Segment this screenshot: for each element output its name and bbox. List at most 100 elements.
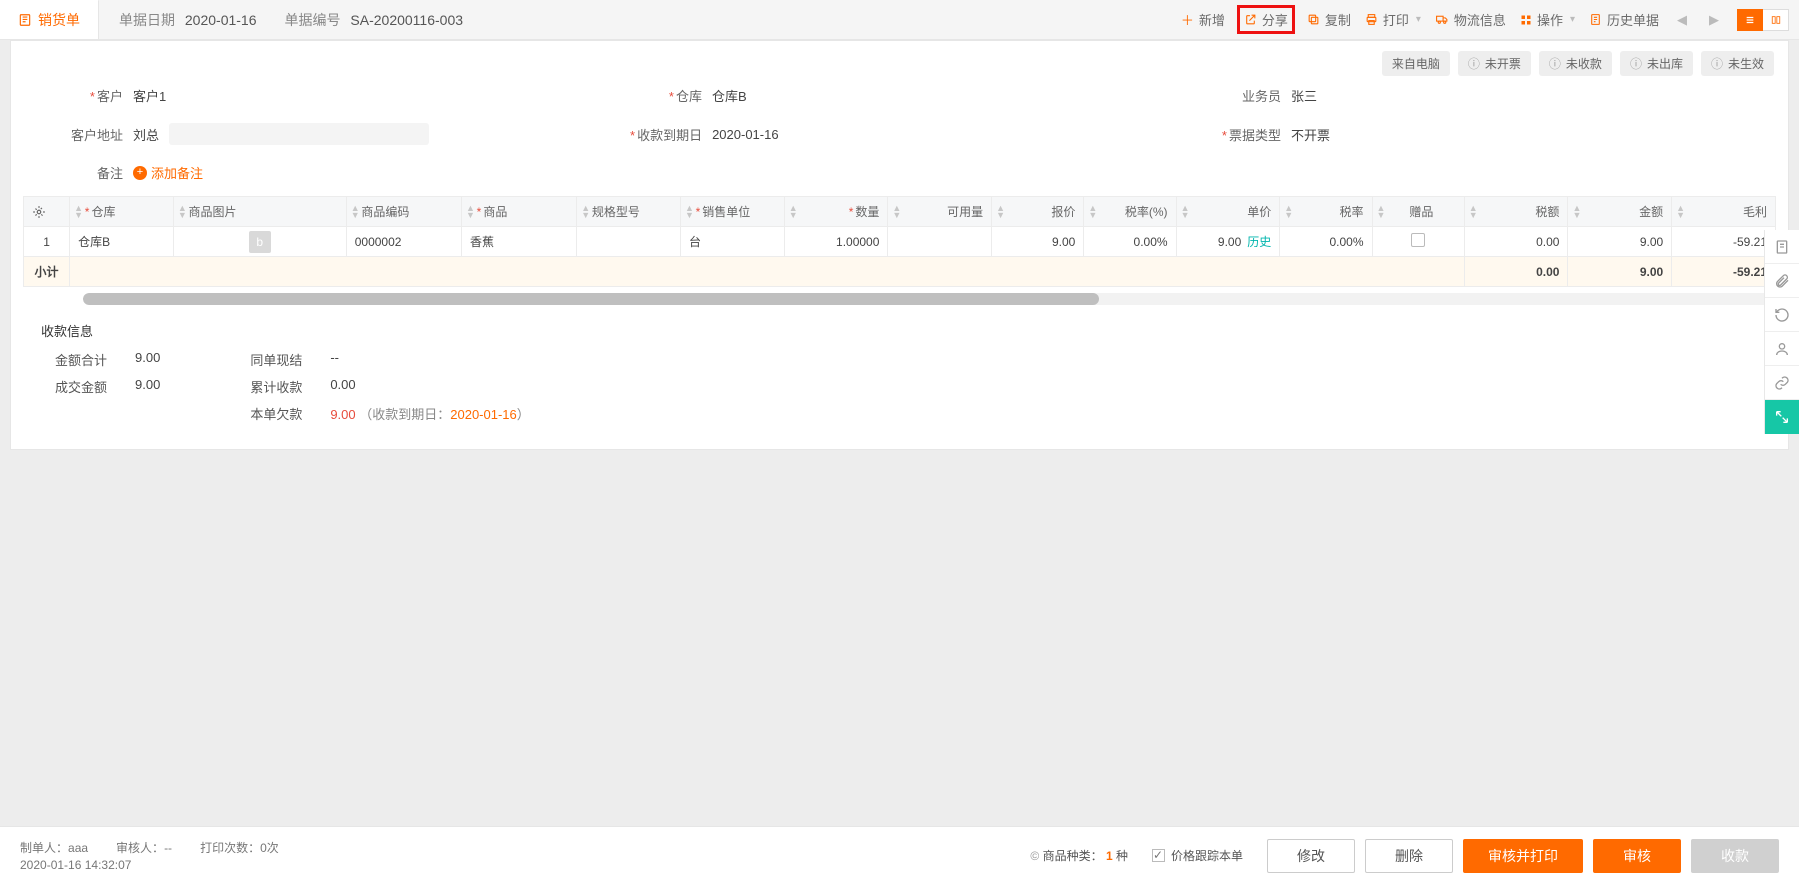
col-spec[interactable]: ▲▼ 规格型号 bbox=[577, 197, 681, 227]
header-toolbar: ＋ 新增 分享 复制 打印 ▾ bbox=[1181, 9, 1789, 31]
col-available[interactable]: ▲▼ 可用量 bbox=[888, 197, 992, 227]
owe-value: 9.00 （收款到期日：2020-01-16） bbox=[330, 404, 529, 423]
customer-value[interactable]: 客户1 bbox=[133, 86, 166, 105]
scrollbar-thumb[interactable] bbox=[83, 293, 1099, 305]
auditor-value: -- bbox=[164, 841, 172, 855]
cell-unit[interactable]: 台 bbox=[680, 227, 784, 257]
address-value[interactable]: 刘总 bbox=[133, 125, 159, 144]
history-icon bbox=[1589, 13, 1602, 26]
audit-button[interactable]: 审核 bbox=[1593, 839, 1681, 873]
checkbox-icon bbox=[1152, 849, 1165, 862]
col-code[interactable]: ▲▼ 商品编码 bbox=[346, 197, 461, 227]
cell-tax-pct[interactable]: 0.00% bbox=[1280, 227, 1372, 257]
audit-print-button[interactable]: 审核并打印 bbox=[1463, 839, 1583, 873]
side-attachment-icon[interactable] bbox=[1765, 264, 1799, 298]
view-card-button[interactable] bbox=[1763, 9, 1789, 31]
receive-button[interactable]: 收款 bbox=[1691, 839, 1779, 873]
deal-amount: 9.00 bbox=[135, 377, 160, 396]
share-button[interactable]: 分享 bbox=[1244, 10, 1288, 29]
footer-audit-info: 制单人：aaa 审核人：-- 打印次数：0次 2020-01-16 14:32:… bbox=[20, 839, 279, 872]
cell-image[interactable]: b bbox=[173, 227, 346, 257]
payment-section-title: 收款信息 bbox=[11, 313, 1788, 346]
active-tab-sales-order[interactable]: 销货单 bbox=[0, 0, 99, 39]
side-expand-icon[interactable] bbox=[1765, 400, 1799, 434]
footer-timestamp: 2020-01-16 14:32:07 bbox=[20, 858, 131, 872]
share-icon bbox=[1244, 13, 1257, 26]
accum-value: 0.00 bbox=[330, 377, 355, 396]
col-image[interactable]: ▲▼ 商品图片 bbox=[173, 197, 346, 227]
subtotal-label: 小计 bbox=[24, 257, 70, 287]
due-value[interactable]: 2020-01-16 bbox=[712, 127, 779, 142]
side-link-icon[interactable] bbox=[1765, 366, 1799, 400]
price-history-link[interactable]: 历史 bbox=[1247, 235, 1271, 249]
cell-warehouse[interactable]: 仓库B bbox=[70, 227, 174, 257]
placeholder-image-icon: b bbox=[249, 231, 271, 253]
col-price[interactable]: ▲▼ 单价 bbox=[1176, 197, 1280, 227]
col-qty[interactable]: ▲▼ *数量 bbox=[784, 197, 888, 227]
gift-checkbox[interactable] bbox=[1411, 233, 1425, 247]
col-warehouse[interactable]: ▲▼ *仓库 bbox=[70, 197, 174, 227]
prev-record-button[interactable]: ◀ bbox=[1673, 12, 1691, 28]
col-tax-rate[interactable]: ▲▼ 税率(%) bbox=[1084, 197, 1176, 227]
col-tax-pct[interactable]: ▲▼ 税率 bbox=[1280, 197, 1372, 227]
operate-button[interactable]: 操作 ▾ bbox=[1520, 10, 1575, 29]
subtotal-gross: -59.21 bbox=[1672, 257, 1776, 287]
col-settings-button[interactable] bbox=[24, 197, 70, 227]
cell-quote[interactable]: 9.00 bbox=[992, 227, 1084, 257]
cell-available bbox=[888, 227, 992, 257]
status-receipt[interactable]: ⓘ未收款 bbox=[1539, 51, 1612, 76]
cell-product[interactable]: 香蕉 bbox=[461, 227, 576, 257]
cell-qty[interactable]: 1.00000 bbox=[784, 227, 888, 257]
copy-button[interactable]: 复制 bbox=[1307, 10, 1351, 29]
no-label: 单据编号 bbox=[285, 12, 341, 28]
field-customer: *客户 客户1 bbox=[51, 86, 590, 105]
table-row[interactable]: 1 仓库B b 0000002 香蕉 台 1.00000 9.00 0.00% … bbox=[24, 227, 1776, 257]
status-effect[interactable]: ⓘ未生效 bbox=[1701, 51, 1774, 76]
no-value: SA-20200116-003 bbox=[350, 12, 463, 28]
salesman-value[interactable]: 张三 bbox=[1291, 86, 1317, 105]
status-invoice[interactable]: ⓘ未开票 bbox=[1458, 51, 1531, 76]
next-record-button[interactable]: ▶ bbox=[1705, 12, 1723, 28]
history-button[interactable]: 历史单据 bbox=[1589, 10, 1659, 29]
price-follow-checkbox[interactable]: 价格跟踪本单 bbox=[1152, 847, 1243, 864]
address-mask bbox=[169, 123, 429, 145]
col-product[interactable]: ▲▼ *商品 bbox=[461, 197, 576, 227]
table-header-row: ▲▼ *仓库 ▲▼ 商品图片 ▲▼ 商品编码 ▲▼ *商品 ▲▼ 规格型号 ▲▼… bbox=[24, 197, 1776, 227]
field-salesman: 业务员 张三 bbox=[1209, 86, 1748, 105]
side-user-icon[interactable] bbox=[1765, 332, 1799, 366]
cell-gift[interactable] bbox=[1372, 227, 1464, 257]
print-button[interactable]: 打印 ▾ bbox=[1365, 10, 1421, 29]
col-gross[interactable]: ▲▼ 毛利 bbox=[1672, 197, 1776, 227]
field-warehouse: *仓库 仓库B bbox=[630, 86, 1169, 105]
subtotal-tax: 0.00 bbox=[1464, 257, 1568, 287]
delete-button[interactable]: 删除 bbox=[1365, 839, 1453, 873]
side-icon-bar bbox=[1764, 230, 1799, 434]
edit-button[interactable]: 修改 bbox=[1267, 839, 1355, 873]
cell-code[interactable]: 0000002 bbox=[346, 227, 461, 257]
header-bar: 销货单 单据日期 2020-01-16 单据编号 SA-20200116-003… bbox=[0, 0, 1799, 40]
status-outbound[interactable]: ⓘ未出库 bbox=[1620, 51, 1693, 76]
view-list-button[interactable] bbox=[1737, 9, 1763, 31]
col-quote[interactable]: ▲▼ 报价 bbox=[992, 197, 1084, 227]
side-refresh-icon[interactable] bbox=[1765, 298, 1799, 332]
col-gift[interactable]: ▲▼ 赠品 bbox=[1372, 197, 1464, 227]
invoice-type-value[interactable]: 不开票 bbox=[1291, 125, 1330, 144]
cell-tax-rate[interactable]: 0.00% bbox=[1084, 227, 1176, 257]
cell-spec[interactable] bbox=[577, 227, 681, 257]
add-note-button[interactable]: + 添加备注 bbox=[133, 163, 203, 182]
col-amount[interactable]: ▲▼ 金额 bbox=[1568, 197, 1672, 227]
col-tax-amount[interactable]: ▲▼ 税额 bbox=[1464, 197, 1568, 227]
side-note-icon[interactable] bbox=[1765, 230, 1799, 264]
new-button[interactable]: ＋ 新增 bbox=[1181, 10, 1225, 29]
share-highlight: 分享 bbox=[1237, 5, 1295, 34]
form-grid: *客户 客户1 *仓库 仓库B 业务员 张三 客户地址 刘总 *收款到期日 20… bbox=[11, 82, 1788, 196]
status-source: 来自电脑 bbox=[1382, 51, 1450, 76]
warehouse-value[interactable]: 仓库B bbox=[712, 86, 747, 105]
subtotal-row: 小计 0.00 9.00 -59.21 bbox=[24, 257, 1776, 287]
col-unit[interactable]: ▲▼ *销售单位 bbox=[680, 197, 784, 227]
info-icon: ⓘ bbox=[1630, 55, 1642, 72]
logistics-button[interactable]: 物流信息 bbox=[1435, 10, 1506, 29]
sku-summary: © 商品种类： 1 种 bbox=[1030, 847, 1128, 864]
table-horizontal-scrollbar[interactable] bbox=[83, 293, 1776, 305]
cell-price[interactable]: 9.00历史 bbox=[1176, 227, 1280, 257]
